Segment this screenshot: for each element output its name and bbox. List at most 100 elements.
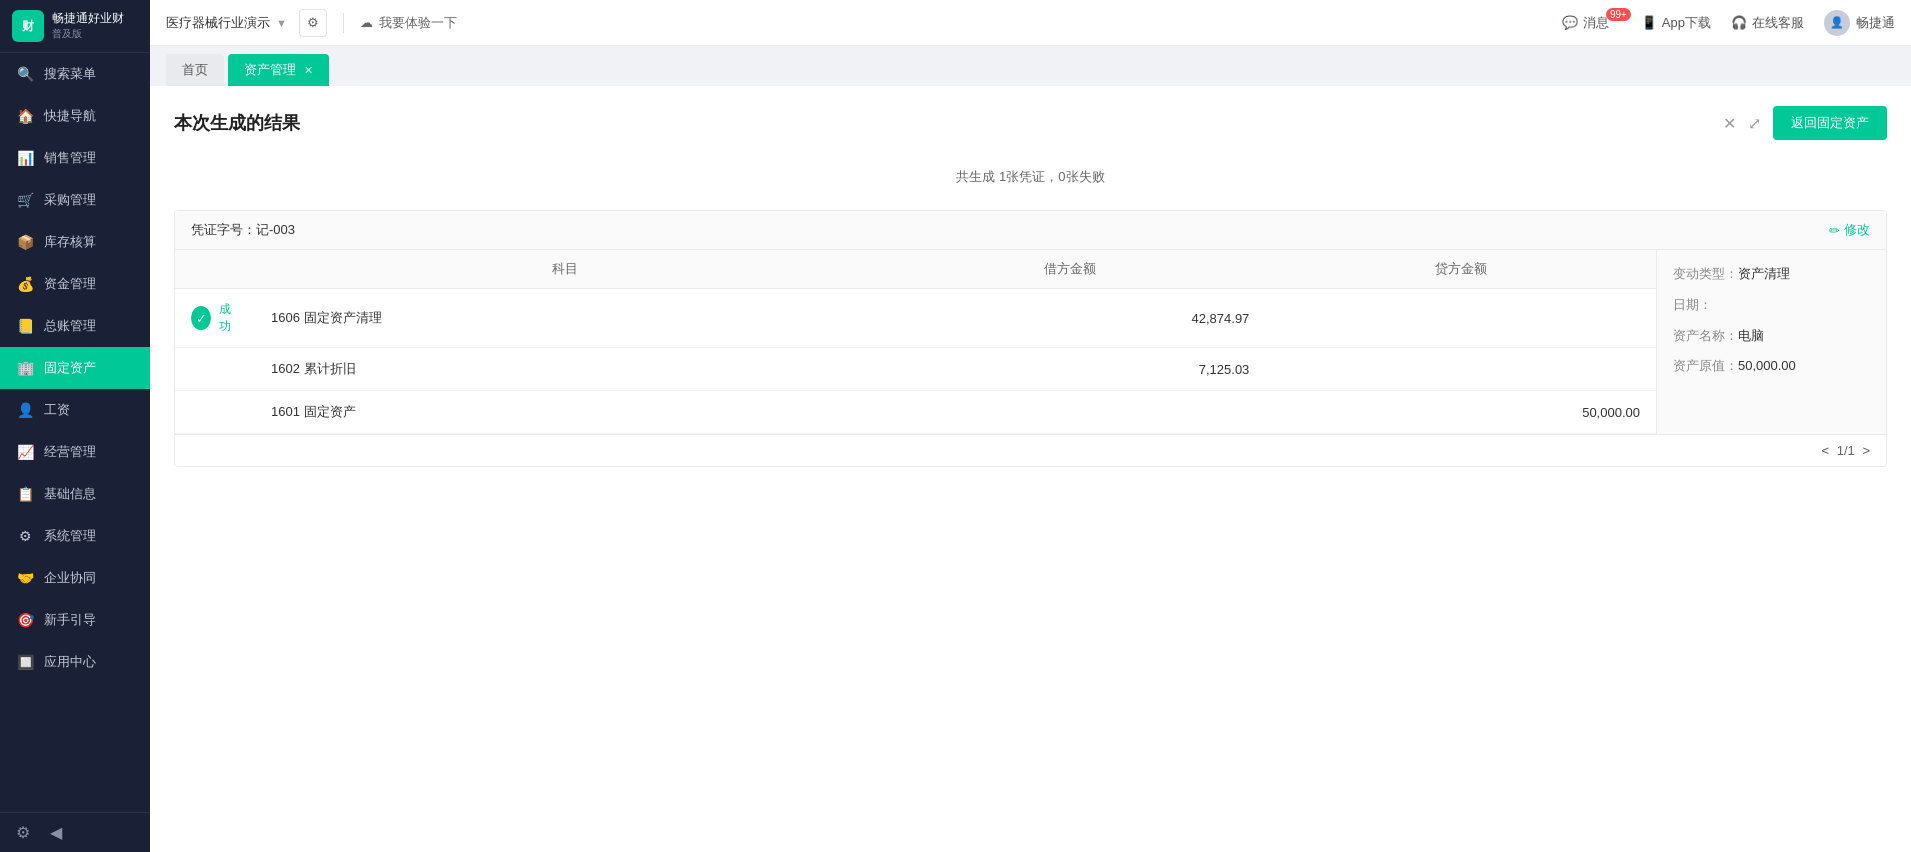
voucher-layout: 科目 借方金额 贷方金额 ✓ 成功 1606 固定资产清理 42,874.97 [175,250,1886,434]
edit-label: 修改 [1844,221,1870,239]
debit-cell [875,391,1266,434]
success-row: ✓ 成功 [191,301,239,335]
message-button[interactable]: 💬 消息 99+ [1562,14,1621,32]
sidebar-item-quicknav[interactable]: 🏠 快捷导航 [0,95,150,137]
sidebar-label-collab: 企业协同 [44,569,96,587]
asset-value-value: 50,000.00 [1738,356,1796,377]
sidebar-label-operations: 经营管理 [44,443,96,461]
sidebar-label-capital: 资金管理 [44,275,96,293]
sidebar-item-apps[interactable]: 🔲 应用中心 [0,641,150,683]
subject-cell[interactable]: 1606 固定资产清理 [255,289,875,348]
prev-icon[interactable]: < [1822,443,1830,458]
purchase-icon: 🛒 [16,191,34,209]
sidebar-label-basics: 基础信息 [44,485,96,503]
username-label: 畅捷通 [1856,14,1895,32]
project-name: 医疗器械行业演示 [166,14,270,32]
voucher-header: 凭证字号：记-003 ✏ 修改 [175,211,1886,250]
tab-asset-mgmt[interactable]: 资产管理 ✕ [228,54,329,86]
logo-icon: 财 [12,10,44,42]
debit-cell: 7,125.03 [875,348,1266,391]
settings-bottom-icon[interactable]: ⚙ [16,823,30,842]
sidebar-item-capital[interactable]: 💰 资金管理 [0,263,150,305]
fixed_assets-icon: 🏢 [16,359,34,377]
expand-panel-icon[interactable]: ⤢ [1748,114,1761,133]
success-icon: ✓ [191,306,211,330]
tab-home-label: 首页 [182,61,208,79]
project-arrow-icon: ▼ [276,17,287,29]
debit-cell: 42,874.97 [875,289,1266,348]
sidebar-item-operations[interactable]: 📈 经营管理 [0,431,150,473]
app-download-button[interactable]: 📱 App下载 [1641,14,1711,32]
voucher-number: 凭证字号：记-003 [191,221,295,239]
col-debit: 借方金额 [875,250,1266,289]
tab-close-icon[interactable]: ✕ [304,64,313,77]
headset-icon: 🎧 [1731,15,1747,30]
cloud-icon: ☁ [360,15,373,30]
status-cell: ✓ 成功 [175,289,255,348]
sidebar-item-ledger[interactable]: 📒 总账管理 [0,305,150,347]
return-button[interactable]: 返回固定资产 [1773,106,1887,140]
experience-button[interactable]: ☁ 我要体验一下 [360,14,457,32]
message-badge: 99+ [1606,8,1631,21]
success-label: 成功 [219,301,239,335]
online-service-button[interactable]: 🎧 在线客服 [1731,14,1804,32]
change-type-label: 变动类型： [1673,264,1738,285]
main-area: 医疗器械行业演示 ▼ ⚙ ☁ 我要体验一下 💬 消息 99+ 📱 App下载 🎧… [150,0,1911,852]
sidebar-item-basics[interactable]: 📋 基础信息 [0,473,150,515]
user-menu[interactable]: 👤 畅捷通 [1824,10,1895,36]
sidebar-label-fixed_assets: 固定资产 [44,359,96,377]
sidebar-item-purchase[interactable]: 🛒 采购管理 [0,179,150,221]
subject-cell[interactable]: 1601 固定资产 [255,391,875,434]
status-cell [175,391,255,434]
subject-cell[interactable]: 1602 累计折旧 [255,348,875,391]
sidebar-label-sales: 销售管理 [44,149,96,167]
sidebar-label-apps: 应用中心 [44,653,96,671]
side-asset-value: 资产原值： 50,000.00 [1673,356,1870,377]
voucher-main: 科目 借方金额 贷方金额 ✓ 成功 1606 固定资产清理 42,874.97 [175,250,1656,434]
sidebar-item-inventory[interactable]: 📦 库存核算 [0,221,150,263]
next-icon[interactable]: > [1862,443,1870,458]
col-status [175,250,255,289]
table-row: 1602 累计折旧 7,125.03 [175,348,1656,391]
guide-icon: 🎯 [16,611,34,629]
credit-cell: 50,000.00 [1265,391,1656,434]
logo-sub: 普及版 [52,27,124,41]
sidebar-item-collab[interactable]: 🤝 企业协同 [0,557,150,599]
date-label: 日期： [1673,295,1738,316]
project-selector[interactable]: 医疗器械行业演示 ▼ [166,14,287,32]
phone-icon: 📱 [1641,15,1657,30]
sidebar-item-guide[interactable]: 🎯 新手引导 [0,599,150,641]
sales-icon: 📊 [16,149,34,167]
topbar-settings-button[interactable]: ⚙ [299,9,327,37]
table-row: ✓ 成功 1606 固定资产清理 42,874.97 [175,289,1656,348]
sidebar-item-sales[interactable]: 📊 销售管理 [0,137,150,179]
change-type-value: 资产清理 [1738,264,1790,285]
apps-icon: 🔲 [16,653,34,671]
voucher-edit-button[interactable]: ✏ 修改 [1829,221,1870,239]
inventory-icon: 📦 [16,233,34,251]
page-body: 本次生成的结果 ✕ ⤢ 返回固定资产 共生成 1张凭证，0张失败 凭证字号：记-… [150,86,1911,852]
result-summary: 共生成 1张凭证，0张失败 [174,160,1887,194]
side-change-type: 变动类型： 资产清理 [1673,264,1870,285]
page-title-row: 本次生成的结果 ✕ ⤢ 返回固定资产 [174,106,1887,140]
voucher-pagination: < 1/1 > [175,434,1886,466]
sidebar-label-inventory: 库存核算 [44,233,96,251]
collapse-icon[interactable]: ◀ [50,823,62,842]
sidebar-item-system[interactable]: ⚙ 系统管理 [0,515,150,557]
sidebar-label-purchase: 采购管理 [44,191,96,209]
gear-icon: ⚙ [307,15,319,30]
sidebar-nav: 🔍 搜索菜单 🏠 快捷导航 📊 销售管理 🛒 采购管理 📦 库存核算 💰 资金管… [0,53,150,812]
asset-name-value: 电脑 [1738,326,1764,347]
side-date: 日期： [1673,295,1870,316]
app-download-label: App下载 [1662,14,1711,32]
tab-home[interactable]: 首页 [166,54,224,86]
page-title: 本次生成的结果 [174,111,300,135]
sidebar-item-payroll[interactable]: 👤 工资 [0,389,150,431]
app-logo: 财 畅捷通好业财 普及版 [0,0,150,53]
close-panel-icon[interactable]: ✕ [1723,114,1736,133]
col-subject: 科目 [255,250,875,289]
sidebar: 财 畅捷通好业财 普及版 🔍 搜索菜单 🏠 快捷导航 📊 销售管理 🛒 采购管理… [0,0,150,852]
sidebar-item-search[interactable]: 🔍 搜索菜单 [0,53,150,95]
sidebar-item-fixed_assets[interactable]: 🏢 固定资产 [0,347,150,389]
topbar-right: 💬 消息 99+ 📱 App下载 🎧 在线客服 👤 畅捷通 [1562,10,1895,36]
